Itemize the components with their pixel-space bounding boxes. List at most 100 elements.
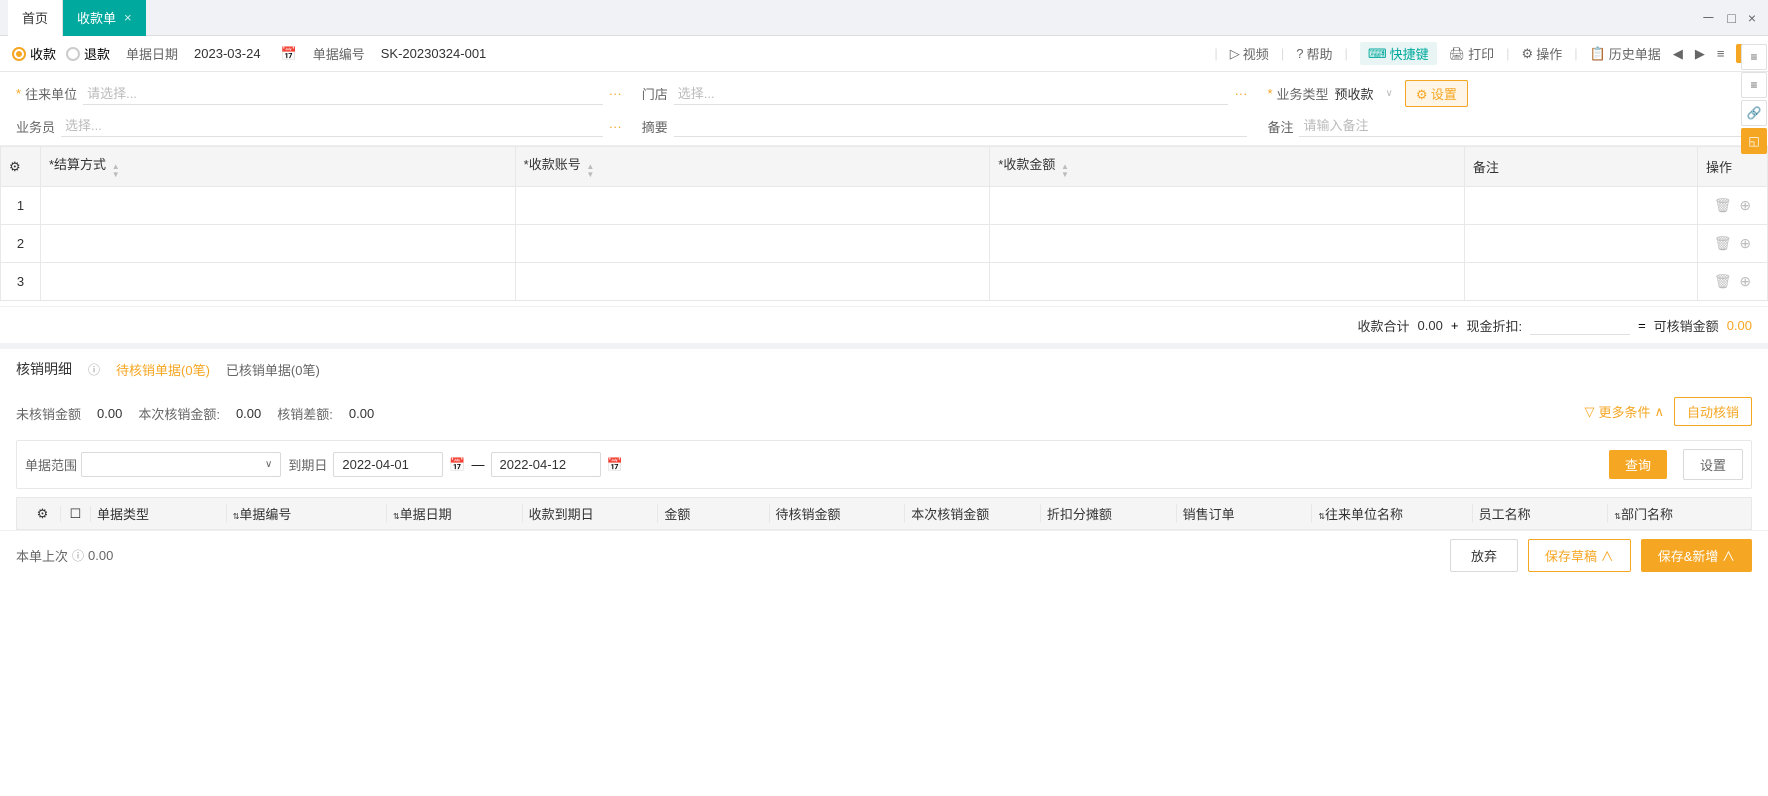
sort-account[interactable]: ▲▼ [586,163,594,179]
row-2-delete-icon[interactable]: 🗑 [1714,235,1732,251]
btype-dropdown-icon[interactable]: ∨ [1386,88,1393,99]
btcol-sales-order: 销售订单 [1177,504,1313,523]
maximize-icon[interactable]: □ [1723,8,1739,28]
print-btn[interactable]: 🖨 打印 [1449,44,1495,63]
radio-tuikuan[interactable]: 退款 [66,44,110,63]
store-label: 门店 [642,84,668,103]
table-row: 2 🗑 ⊕ [1,225,1768,263]
discount-input[interactable] [1530,315,1630,335]
abandon-btn[interactable]: 放弃 [1450,539,1518,572]
verify-title: 核销明细 [16,359,72,379]
sidebar-btn-1[interactable]: ≡ [1741,44,1767,70]
table-row: 3 🗑 ⊕ [1,263,1768,301]
range-label: 单据范围 [25,455,77,474]
minimize-icon[interactable]: － [1697,6,1719,30]
sidebar-active-btn[interactable]: ◱ [1741,128,1767,154]
row-1-copy-icon[interactable]: ⊕ [1739,197,1751,213]
verify-settings-btn[interactable]: 设置 [1683,449,1743,480]
sidebar-btn-2[interactable]: ≡ [1741,72,1767,98]
note-input[interactable] [1299,115,1752,137]
row-2-amount[interactable] [990,225,1465,263]
btcol-dept-name: ⇅部门名称 [1608,504,1743,523]
prev-record-btn[interactable]: ◀ [1673,46,1683,62]
radio-shoukuan-label: 收款 [30,44,56,63]
store-more-icon[interactable]: ··· [1234,86,1247,101]
last-value: 0.00 [88,548,113,563]
row-1-account[interactable] [515,187,990,225]
row-3-note[interactable] [1464,263,1697,301]
row-2-copy-icon[interactable]: ⊕ [1739,235,1751,251]
row-1-note[interactable] [1464,187,1697,225]
row-2-pay-method[interactable] [41,225,516,263]
bottom-table-header: ⚙ ☐ 单据类型 ⇅单据编号 ⇅单据日期 收款到期日 金额 待核销金额 本次核销… [16,497,1752,530]
settings-btn[interactable]: ⚙ 设置 [1405,80,1468,107]
tab-home[interactable]: 首页 [8,0,63,36]
btcol-due-date: 收款到期日 [523,504,659,523]
row-3-amount[interactable] [990,263,1465,301]
form-area: * 往来单位 ··· 门店 ··· * 业务类型 预收款 ∨ ⚙ [0,72,1768,146]
available-label: 可核销金额 [1654,316,1719,335]
store-input[interactable] [674,83,1229,105]
partner-input[interactable] [83,83,603,105]
help-btn[interactable]: ? 帮助 [1296,44,1332,63]
tab-done[interactable]: 已核销单据(0笔) [226,360,320,379]
save-draft-btn[interactable]: 保存草稿 ∧ [1528,539,1631,572]
window-controls: － □ × [1697,6,1760,30]
row-3-account[interactable] [515,263,990,301]
date-to-input[interactable] [491,452,601,477]
btcol-pending-amount: 待核销金额 [770,504,906,523]
next-record-btn[interactable]: ▶ [1695,46,1705,62]
close-window-icon[interactable]: × [1744,8,1760,28]
row-2-note[interactable] [1464,225,1697,263]
tab-pending[interactable]: 待核销单据(0笔) [116,360,210,379]
auto-verify-btn[interactable]: 自动核销 [1674,397,1752,426]
staff-input[interactable] [61,115,603,137]
radio-shoukuan[interactable]: 收款 [12,44,56,63]
verify-info-icon[interactable]: ⓘ [88,361,100,378]
btcol-settings[interactable]: ⚙ [25,506,61,522]
operations-icon: ⚙ [1522,46,1534,62]
query-btn[interactable]: 查询 [1609,450,1667,479]
save-new-btn[interactable]: 保存&新增 ∧ [1641,539,1752,572]
calendar-to-icon[interactable]: 📅 [607,457,623,473]
row-3-copy-icon[interactable]: ⊕ [1739,273,1751,289]
shortcut-btn[interactable]: ⌨ 快捷键 [1360,42,1437,65]
partner-required: * [16,86,21,101]
diff-label: 核销差额: [277,404,333,423]
calendar-icon[interactable]: 📅 [281,46,297,62]
payment-table-section: ⚙ *结算方式 ▲▼ *收款账号 ▲▼ *收款金额 ▲▼ [0,146,1768,306]
tab-close-icon[interactable]: × [124,10,132,25]
footer-info-icon[interactable]: ⓘ [72,547,84,564]
video-btn[interactable]: ▷ 视频 [1230,44,1269,63]
btype-required: * [1267,86,1272,101]
sort-pay-method[interactable]: ▲▼ [112,163,120,179]
date-from-input[interactable] [333,452,443,477]
staff-more-icon[interactable]: ··· [609,119,622,134]
row-1-delete-icon[interactable]: 🗑 [1714,197,1732,213]
btcol-doc-type: 单据类型 [91,504,227,523]
partner-more-icon[interactable]: ··· [609,86,622,101]
operations-btn[interactable]: ⚙ 操作 [1522,44,1563,63]
total-value: 0.00 [1418,318,1443,333]
row-3-delete-icon[interactable]: 🗑 [1714,273,1732,289]
btcol-checkbox[interactable]: ☐ [61,506,91,522]
partner-label: 往来单位 [25,84,77,103]
row-1-amount[interactable] [990,187,1465,225]
range-select[interactable] [81,452,281,477]
more-conditions-btn[interactable]: ▽ 更多条件 ∧ [1584,402,1664,421]
sort-amount[interactable]: ▲▼ [1061,163,1069,179]
settings-icon: ⚙ [1416,87,1428,102]
calendar-from-icon[interactable]: 📅 [449,457,465,473]
row-1-ops: 🗑 ⊕ [1698,187,1768,225]
sidebar-link-icon[interactable]: 🔗 [1741,100,1767,126]
row-2-account[interactable] [515,225,990,263]
history-btn[interactable]: 📋 历史单据 [1590,44,1661,63]
verify-form-row: 单据范围 ∨ 到期日 📅 — 📅 查询 设置 [16,440,1752,489]
summary-input[interactable] [674,115,1248,137]
tab-shoukuan[interactable]: 收款单 × [63,0,146,36]
row-3-pay-method[interactable] [41,263,516,301]
tab-bar: 首页 收款单 × － □ × [0,0,1768,36]
list-view-btn[interactable]: ≡ [1717,46,1725,61]
th-settings[interactable]: ⚙ [1,147,41,187]
row-1-pay-method[interactable] [41,187,516,225]
